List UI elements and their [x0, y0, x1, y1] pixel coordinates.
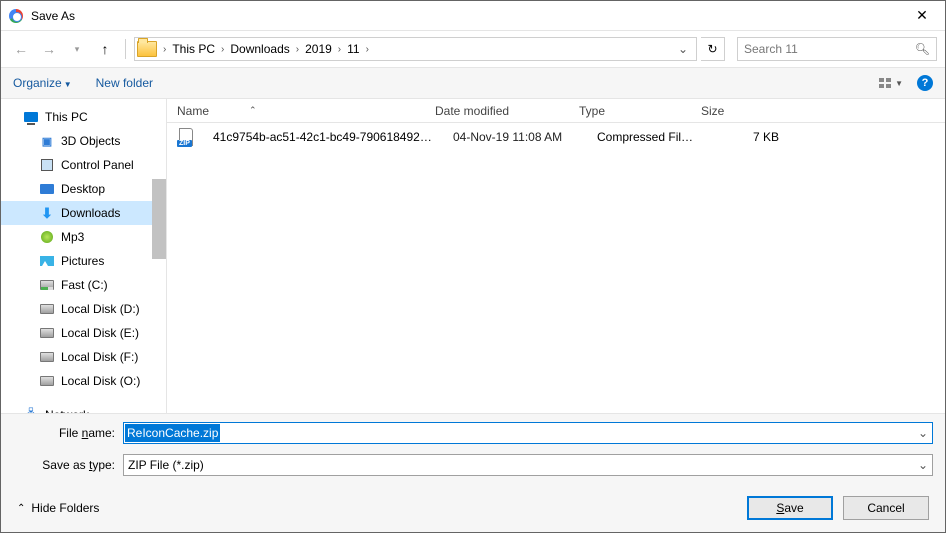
address-dropdown[interactable]: ⌄ — [672, 42, 694, 56]
col-type[interactable]: Type — [569, 99, 691, 122]
breadcrumb-item[interactable]: Downloads — [224, 38, 295, 60]
up-button[interactable]: ↑ — [93, 37, 117, 61]
organize-menu[interactable]: Organize▼ — [13, 76, 72, 90]
column-headers: Name Date modified Type Size — [167, 99, 945, 123]
filename-dropdown[interactable]: ⌄ — [914, 426, 932, 440]
back-button[interactable]: ← — [9, 37, 33, 61]
network-icon: 🖧︎ — [23, 408, 39, 413]
tree-disk-o[interactable]: Local Disk (O:) — [1, 369, 166, 393]
view-options[interactable]: ▼ — [879, 78, 903, 88]
search-icon: 🔍︎ — [915, 42, 930, 56]
close-button[interactable]: ✕ — [899, 1, 945, 31]
help-button[interactable]: ? — [917, 75, 933, 91]
zip-file-icon: ZIP — [177, 128, 195, 146]
filename-input[interactable]: ReIconCache.zip ⌄ — [123, 422, 933, 444]
main-area: This PC ▣3D Objects Control Panel Deskto… — [1, 99, 945, 413]
col-date[interactable]: Date modified — [425, 99, 569, 122]
cancel-button[interactable]: Cancel — [843, 496, 929, 520]
control-panel-icon — [41, 159, 53, 171]
mp3-icon — [41, 231, 53, 243]
tree-this-pc[interactable]: This PC — [1, 105, 166, 129]
file-date: 04-Nov-19 11:08 AM — [443, 130, 587, 144]
tree-3d-objects[interactable]: ▣3D Objects — [1, 129, 166, 153]
address-bar[interactable]: › This PC › Downloads › 2019 › 11 › ⌄ — [134, 37, 697, 61]
col-name[interactable]: Name — [167, 99, 425, 122]
nav-row: ← → ▾ ↑ › This PC › Downloads › 2019 › 1… — [1, 31, 945, 67]
savetype-select[interactable]: ZIP File (*.zip) ⌄ — [123, 454, 933, 476]
tree-disk-f[interactable]: Local Disk (F:) — [1, 345, 166, 369]
nav-tree[interactable]: This PC ▣3D Objects Control Panel Deskto… — [1, 99, 167, 413]
disk-icon — [40, 280, 54, 290]
download-icon: ⬇ — [39, 206, 55, 220]
file-list: Name Date modified Type Size ZIP 41c9754… — [167, 99, 945, 413]
forward-button: → — [37, 37, 61, 61]
window-title: Save As — [31, 9, 75, 23]
breadcrumb-item[interactable]: 11 — [341, 38, 365, 60]
file-row[interactable]: ZIP 41c9754b-ac51-42c1-bc49-790618492dc3… — [167, 123, 945, 151]
disk-icon — [40, 328, 54, 338]
tree-mp3[interactable]: Mp3 — [1, 225, 166, 249]
grid-icon — [879, 78, 891, 88]
recent-dropdown[interactable]: ▾ — [65, 37, 89, 61]
save-as-dialog: Save As ✕ ← → ▾ ↑ › This PC › Downloads … — [0, 0, 946, 533]
savetype-value: ZIP File (*.zip) — [124, 458, 208, 472]
folder-icon — [137, 41, 157, 57]
disk-icon — [40, 352, 54, 362]
new-folder-button[interactable]: New folder — [96, 76, 153, 90]
refresh-button[interactable]: ↻ — [701, 37, 725, 61]
tree-disk-e[interactable]: Local Disk (E:) — [1, 321, 166, 345]
tree-scrollbar[interactable] — [152, 179, 166, 259]
titlebar: Save As ✕ — [1, 1, 945, 31]
tree-disk-d[interactable]: Local Disk (D:) — [1, 297, 166, 321]
tree-network[interactable]: 🖧︎Network — [1, 403, 166, 413]
tree-disk-c[interactable]: Fast (C:) — [1, 273, 166, 297]
col-size[interactable]: Size — [691, 99, 791, 122]
search-placeholder: Search 11 — [744, 42, 915, 56]
filename-label: File name: — [13, 426, 123, 440]
hide-folders-toggle[interactable]: ⌃Hide Folders — [17, 501, 99, 515]
tree-downloads[interactable]: ⬇Downloads — [1, 201, 166, 225]
savetype-label: Save as type: — [13, 458, 123, 472]
tree-pictures[interactable]: Pictures — [1, 249, 166, 273]
chrome-icon — [9, 9, 23, 23]
toolbar: Organize▼ New folder ▼ ? — [1, 67, 945, 99]
tree-control-panel[interactable]: Control Panel — [1, 153, 166, 177]
filename-value: ReIconCache.zip — [125, 424, 220, 442]
pc-icon — [24, 112, 38, 122]
bottom-form: File name: ReIconCache.zip ⌄ Save as typ… — [1, 413, 945, 532]
pictures-icon — [40, 256, 54, 266]
search-input[interactable]: Search 11 🔍︎ — [737, 37, 937, 61]
tree-desktop[interactable]: Desktop — [1, 177, 166, 201]
file-rows[interactable]: ZIP 41c9754b-ac51-42c1-bc49-790618492dc3… — [167, 123, 945, 413]
savetype-dropdown[interactable]: ⌄ — [914, 458, 932, 472]
chevron-up-icon: ⌃ — [17, 503, 25, 514]
disk-icon — [40, 376, 54, 386]
3d-icon: ▣ — [39, 134, 55, 148]
file-type: Compressed File (... — [587, 130, 709, 144]
file-size: 7 KB — [709, 130, 809, 144]
breadcrumb-item[interactable]: 2019 — [299, 38, 338, 60]
disk-icon — [40, 304, 54, 314]
desktop-icon — [40, 184, 54, 194]
breadcrumb-item[interactable]: This PC — [166, 38, 221, 60]
save-button[interactable]: Save — [747, 496, 833, 520]
file-name: 41c9754b-ac51-42c1-bc49-790618492dc3... — [203, 130, 443, 144]
chevron-right-icon[interactable]: › — [366, 44, 369, 55]
